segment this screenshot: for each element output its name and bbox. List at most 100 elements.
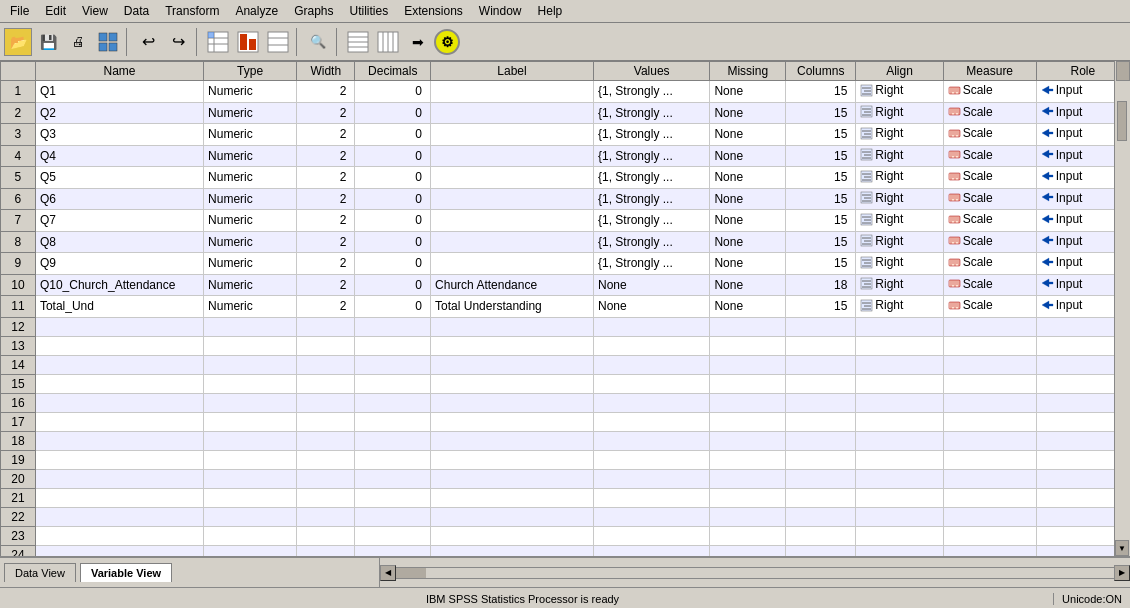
cell-name[interactable] [35,393,203,412]
cell-name[interactable] [35,545,203,556]
cell-values[interactable]: {1, Strongly ... [594,124,710,146]
cell-label[interactable]: Church Attendance [431,274,594,296]
cell-align[interactable]: Right [856,124,943,146]
table-row[interactable]: 17 [1,412,1130,431]
cell-missing[interactable]: None [710,253,786,275]
cell-type[interactable] [204,374,297,393]
table-row[interactable]: 7Q7Numeric20{1, Strongly ...None15 Right… [1,210,1130,232]
cell-name[interactable] [35,336,203,355]
cell-measure[interactable] [943,393,1036,412]
cell-type[interactable] [204,545,297,556]
cell-type[interactable] [204,336,297,355]
cell-type[interactable]: Numeric [204,231,297,253]
cell-label[interactable] [431,355,594,374]
menu-analyze[interactable]: Analyze [229,2,284,20]
table-row[interactable]: 24 [1,545,1130,556]
cell-name[interactable] [35,526,203,545]
cell-values[interactable] [594,374,710,393]
cell-columns[interactable]: 15 [786,145,856,167]
cell-name[interactable] [35,355,203,374]
cell-measure[interactable] [943,317,1036,336]
cell-missing[interactable] [710,336,786,355]
cell-values[interactable]: None [594,274,710,296]
col-header-name[interactable]: Name [35,62,203,81]
col-header-align[interactable]: Align [856,62,943,81]
cell-name[interactable]: Q8 [35,231,203,253]
cell-decimals[interactable] [355,545,431,556]
menu-window[interactable]: Window [473,2,528,20]
table-row[interactable]: 23 [1,526,1130,545]
cases-button[interactable] [344,28,372,56]
scroll-area[interactable]: Name Type Width Decimals Label Values Mi… [0,61,1130,556]
menu-view[interactable]: View [76,2,114,20]
cell-missing[interactable]: None [710,124,786,146]
cell-columns[interactable] [786,507,856,526]
vars-button[interactable] [374,28,402,56]
cell-name[interactable] [35,317,203,336]
cell-values[interactable] [594,469,710,488]
cell-decimals[interactable]: 0 [355,231,431,253]
cell-measure[interactable] [943,450,1036,469]
menu-utilities[interactable]: Utilities [343,2,394,20]
cell-decimals[interactable]: 0 [355,188,431,210]
table-row[interactable]: 4Q4Numeric20{1, Strongly ...None15 Right… [1,145,1130,167]
cell-missing[interactable]: None [710,188,786,210]
cell-type[interactable]: Numeric [204,124,297,146]
cell-name[interactable]: Q7 [35,210,203,232]
cell-name[interactable]: Q2 [35,102,203,124]
cell-align[interactable] [856,488,943,507]
cell-values[interactable]: {1, Strongly ... [594,231,710,253]
cell-missing[interactable] [710,526,786,545]
cell-width[interactable]: 2 [297,102,355,124]
cell-values[interactable] [594,393,710,412]
cell-missing[interactable] [710,431,786,450]
menu-extensions[interactable]: Extensions [398,2,469,20]
cell-name[interactable] [35,412,203,431]
cell-missing[interactable] [710,450,786,469]
print-button[interactable]: 🖨 [64,28,92,56]
cell-width[interactable] [297,412,355,431]
cell-columns[interactable]: 15 [786,124,856,146]
cell-name[interactable] [35,450,203,469]
table-row[interactable]: 13 [1,336,1130,355]
cell-decimals[interactable] [355,355,431,374]
col-header-columns[interactable]: Columns [786,62,856,81]
cell-missing[interactable]: None [710,296,786,318]
cell-measure[interactable] [943,431,1036,450]
cell-values[interactable]: {1, Strongly ... [594,210,710,232]
cell-decimals[interactable] [355,450,431,469]
cell-columns[interactable] [786,374,856,393]
find-button[interactable]: 🔍 [304,28,332,56]
cell-width[interactable]: 2 [297,231,355,253]
cell-label[interactable] [431,231,594,253]
table-row[interactable]: 6Q6Numeric20{1, Strongly ...None15 Right… [1,188,1130,210]
cell-measure[interactable]: Scale [943,167,1036,189]
cell-measure[interactable]: Scale [943,145,1036,167]
cell-measure[interactable] [943,545,1036,556]
cell-type[interactable] [204,507,297,526]
open-button[interactable]: 📂 [4,28,32,56]
cell-label[interactable] [431,210,594,232]
cell-width[interactable]: 2 [297,145,355,167]
cell-type[interactable] [204,526,297,545]
cell-label[interactable] [431,167,594,189]
cell-name[interactable]: Q10_Church_Attendance [35,274,203,296]
cell-type[interactable]: Numeric [204,145,297,167]
cell-columns[interactable]: 15 [786,102,856,124]
redo-button[interactable]: ↪ [164,28,192,56]
cell-missing[interactable] [710,469,786,488]
cell-align[interactable] [856,469,943,488]
cell-label[interactable] [431,253,594,275]
cell-type[interactable] [204,469,297,488]
cell-align[interactable]: Right [856,296,943,318]
cell-label[interactable] [431,450,594,469]
cell-missing[interactable] [710,545,786,556]
cell-measure[interactable]: Scale [943,231,1036,253]
cell-values[interactable] [594,450,710,469]
cell-values[interactable] [594,545,710,556]
cell-values[interactable] [594,336,710,355]
cell-align[interactable] [856,336,943,355]
cell-values[interactable]: None [594,296,710,318]
cell-columns[interactable]: 15 [786,81,856,103]
cell-measure[interactable]: Scale [943,253,1036,275]
